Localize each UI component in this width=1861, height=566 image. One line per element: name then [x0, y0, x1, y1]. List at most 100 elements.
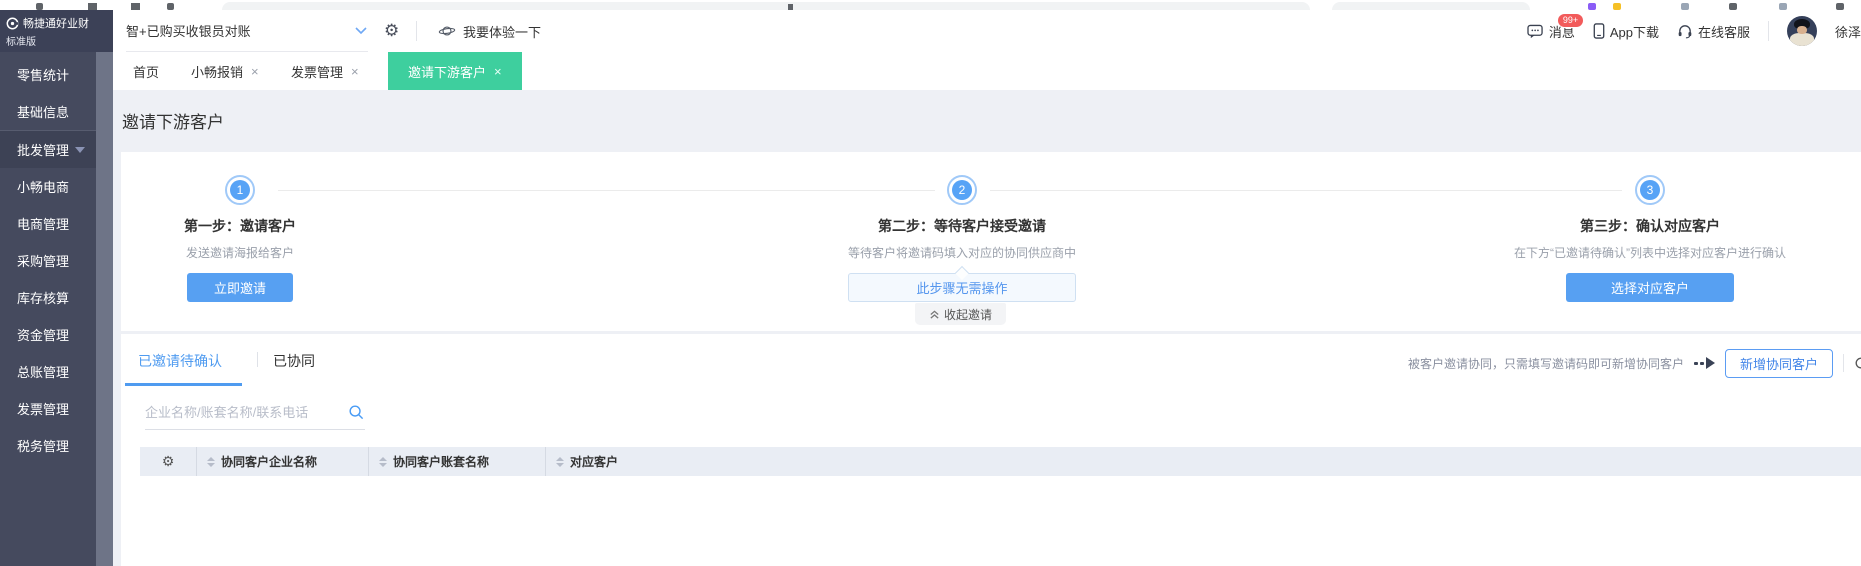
- step-1-number: 1: [225, 175, 255, 205]
- select-customer-button[interactable]: 选择对应客户: [1566, 273, 1734, 302]
- sidebar-item-wholesale[interactable]: 批发管理: [0, 131, 96, 168]
- actions-divider: [1843, 354, 1845, 372]
- close-icon[interactable]: ×: [251, 64, 259, 79]
- user-name: 徐泽: [1834, 24, 1861, 40]
- product-dropdown[interactable]: 智+已购买收银员对账: [126, 10, 368, 52]
- browser-icon-fragment: [131, 3, 140, 10]
- tab-xiaochang-expense[interactable]: 小畅报销 ×: [171, 52, 279, 90]
- browser-extension-icon[interactable]: [1681, 3, 1689, 10]
- list-actions-row: 被客户邀请协同，只需填写邀请码即可新增协同客户 新增协同客户 刷新: [1408, 347, 1861, 379]
- tab-invited-pending[interactable]: 已邀请待确认: [138, 351, 222, 371]
- online-service-label: 在线客服: [1697, 24, 1750, 40]
- sidebar-item-label: 零售统计: [17, 68, 70, 83]
- column-header-collab-company[interactable]: 协同客户企业名称: [197, 447, 369, 476]
- app-header: 畅捷通好业财 标准版 智+已购买收银员对账 ⚙ 我要体验一下 消息 99+ Ap…: [0, 10, 1861, 52]
- experience-label: 我要体验一下: [463, 24, 542, 40]
- header-divider: [1767, 21, 1769, 41]
- app-logo: 畅捷通好业财 标准版: [0, 10, 113, 52]
- step-1: 1 第一步：邀请客户 发送邀请海报给客户 立即邀请: [60, 175, 420, 302]
- column-header-matched-customer[interactable]: 对应客户: [546, 447, 1861, 476]
- caret-down-icon: [75, 146, 86, 153]
- sidebar-edge-strip: [96, 52, 113, 566]
- brand-title: 畅捷通好业财: [23, 18, 89, 30]
- search-icon[interactable]: [348, 404, 365, 421]
- step-2: 2 第二步：等待客户接受邀请 等待客户将邀请码填入对应的协同供应商中 此步骤无需…: [782, 175, 1142, 302]
- step-3: 3 第三步：确认对应客户 在下方“已邀请待确认”列表中选择对应客户进行确认 选择…: [1470, 175, 1830, 302]
- column-label: 协同客户账套名称: [393, 455, 490, 469]
- sort-icon[interactable]: [207, 456, 215, 467]
- sidebar-item-basic-info[interactable]: 基础信息: [0, 93, 96, 130]
- browser-extension-icon[interactable]: [1613, 3, 1621, 10]
- app-download-label: App下载: [1609, 24, 1659, 40]
- tab-divider: [257, 352, 258, 367]
- no-action-button: 此步骤无需操作: [848, 265, 1076, 302]
- browser-extension-icon[interactable]: [1729, 3, 1737, 10]
- browser-extension-icon[interactable]: [1836, 3, 1844, 10]
- step-1-title: 第一步：邀请客户: [184, 218, 296, 234]
- browser-icon-fragment: [167, 3, 174, 10]
- tab-label: 发票管理: [291, 64, 344, 80]
- brand-logo-icon: [6, 17, 19, 29]
- message-bubble-icon: [1527, 24, 1543, 38]
- tab-home[interactable]: 首页: [113, 52, 179, 90]
- experience-link[interactable]: 我要体验一下: [438, 10, 541, 52]
- customer-list-card: 已邀请待确认 已协同 被客户邀请协同，只需填写邀请码即可新增协同客户 新增协同客…: [121, 334, 1861, 566]
- step-3-number: 3: [1635, 175, 1665, 205]
- collapse-label: 收起邀请: [944, 307, 993, 322]
- step-2-title: 第二步：等待客户接受邀请: [878, 218, 1046, 234]
- column-label: 协同客户企业名称: [221, 455, 318, 469]
- sidebar-item-label: 基础信息: [17, 105, 70, 120]
- sidebar-item-tax[interactable]: 税务管理: [0, 427, 96, 464]
- sidebar-item-label: 税务管理: [17, 439, 70, 454]
- online-service-button[interactable]: 在线客服: [1677, 22, 1750, 41]
- sidebar-item-invoices[interactable]: 发票管理: [0, 390, 96, 427]
- invite-code-hint: 被客户邀请协同，只需填写邀请码即可新增协同客户: [1408, 356, 1685, 371]
- chevron-down-icon: [355, 27, 367, 35]
- sidebar-item-label: 总账管理: [17, 365, 70, 380]
- tab-label: 邀请下游客户: [408, 64, 487, 80]
- sidebar-item-label: 发票管理: [17, 402, 70, 417]
- add-collab-customer-button[interactable]: 新增协同客户: [1725, 348, 1834, 378]
- close-icon[interactable]: ×: [351, 64, 359, 79]
- tab-collaborated[interactable]: 已协同: [273, 351, 315, 371]
- sidebar-item-general-ledger[interactable]: 总账管理: [0, 353, 96, 390]
- invite-steps-card: 1 第一步：邀请客户 发送邀请海报给客户 立即邀请 2 第二步：等待客户接受邀请…: [121, 152, 1861, 331]
- refresh-button[interactable]: 刷新: [1854, 354, 1861, 373]
- active-tab-underline: [125, 383, 242, 386]
- headset-icon: [1678, 25, 1692, 39]
- close-icon[interactable]: ×: [494, 64, 502, 79]
- invite-now-button[interactable]: 立即邀请: [187, 273, 293, 302]
- browser-chrome-strip: [0, 0, 1861, 18]
- sidebar-item-retail-stats[interactable]: 零售统计: [0, 56, 96, 93]
- messages-button[interactable]: 消息 99+: [1527, 12, 1585, 41]
- page-title: 邀请下游客户: [122, 113, 224, 132]
- browser-extension-icon[interactable]: [1779, 3, 1787, 10]
- product-dropdown-value: 智+已购买收银员对账: [126, 24, 251, 39]
- search-input[interactable]: [145, 405, 348, 420]
- sidebar-nav: 零售统计 基础信息 批发管理 小畅电商 电商管理 采购管理 库存核算 资金管理 …: [0, 52, 96, 566]
- column-label: 对应客户: [570, 455, 619, 469]
- app-download-button[interactable]: App下载: [1593, 22, 1659, 41]
- collapse-invite-toggle[interactable]: 收起邀请: [915, 303, 1007, 325]
- sidebar-item-funds[interactable]: 资金管理: [0, 316, 96, 353]
- column-header-collab-account[interactable]: 协同客户账套名称: [369, 447, 546, 476]
- user-avatar[interactable]: [1786, 16, 1817, 46]
- search-box: [145, 396, 365, 430]
- messages-badge: 99+: [1556, 12, 1585, 28]
- step-3-title: 第三步：确认对应客户: [1580, 218, 1720, 234]
- step-1-desc: 发送邀请海报给客户: [185, 246, 294, 260]
- step-2-desc: 等待客户将邀请码填入对应的协同供应商中: [847, 246, 1076, 260]
- settings-gear-icon[interactable]: ⚙: [384, 21, 399, 41]
- sort-icon[interactable]: [379, 456, 387, 467]
- step-3-desc: 在下方“已邀请待确认”列表中选择对应客户进行确认: [1514, 246, 1786, 260]
- browser-icon-fragment: [36, 3, 43, 10]
- sort-icon[interactable]: [556, 456, 564, 467]
- header-divider: [416, 21, 417, 41]
- tab-label: 首页: [133, 64, 160, 80]
- tab-invite-downstream[interactable]: 邀请下游客户 ×: [388, 52, 522, 90]
- column-settings-gear-icon[interactable]: ⚙: [140, 447, 197, 476]
- dashed-arrow-icon: [1694, 357, 1716, 369]
- browser-extension-icon[interactable]: [1588, 3, 1596, 10]
- tab-invoice-mgmt[interactable]: 发票管理 ×: [271, 52, 379, 90]
- tab-label: 小畅报销: [191, 64, 244, 80]
